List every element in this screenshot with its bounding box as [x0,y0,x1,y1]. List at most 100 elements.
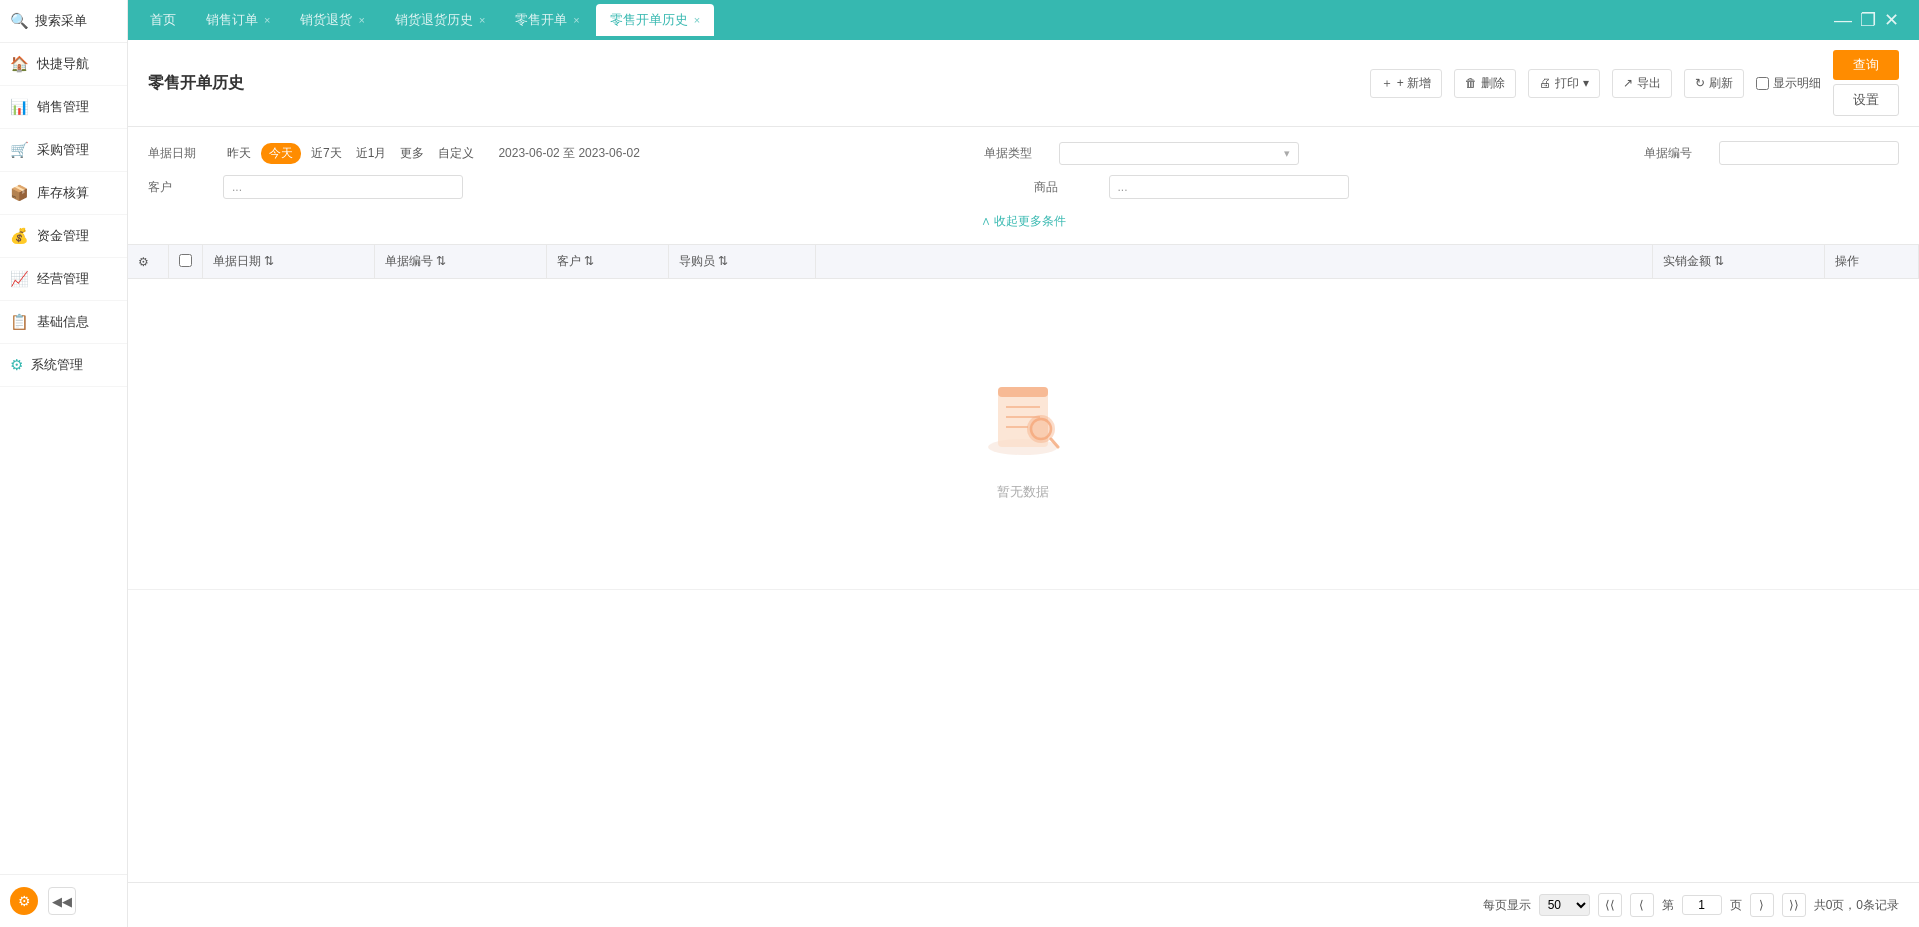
sidebar-item-label: 库存核算 [37,184,89,202]
column-settings[interactable]: ⚙ [128,245,168,279]
tab-home-label: 首页 [150,11,176,29]
sort-icon: ⇅ [1714,254,1724,268]
print-dropdown-arrow: ▾ [1583,76,1589,90]
date-opt-7days[interactable]: 近7天 [307,143,346,164]
type-filter-label: 单据类型 [984,145,1039,162]
customer-filter-input[interactable]: ... [223,175,463,199]
close-icon[interactable]: × [358,14,364,26]
settings-button[interactable]: ⚙ [10,887,38,915]
tab-retail-open-history[interactable]: 零售开单历史 × [596,4,714,36]
tab-retail-open[interactable]: 零售开单 × [501,4,593,36]
date-opt-custom[interactable]: 自定义 [434,143,478,164]
display-detail-input[interactable] [1756,77,1769,90]
date-opt-more[interactable]: 更多 [396,143,428,164]
tab-sales-return[interactable]: 销货退货 × [286,4,378,36]
sidebar-item-label: 经营管理 [37,270,89,288]
per-page-select[interactable]: 10 20 50 100 [1539,894,1590,916]
print-icon: 🖨 [1539,76,1551,90]
refresh-button[interactable]: ↻ 刷新 [1684,69,1744,98]
cart-icon: 🛒 [10,141,29,159]
search-icon: 🔍 [10,12,29,30]
empty-state-row: 暂无数据 [128,279,1919,590]
product-filter-label: 商品 [1034,179,1089,196]
sidebar-item-quick-nav[interactable]: 🏠 快捷导航 [0,43,127,86]
sidebar-item-basic-info[interactable]: 📋 基础信息 [0,301,127,344]
customer-placeholder: ... [232,180,242,194]
column-salesperson[interactable]: 导购员 ⇅ [668,245,815,279]
next-page-button[interactable]: ⟩ [1750,893,1774,917]
page-title: 零售开单历史 [148,73,244,94]
date-opt-today[interactable]: 今天 [261,143,301,164]
chart-icon: 📊 [10,98,29,116]
column-date[interactable]: 单据日期 ⇅ [202,245,374,279]
pagination: 每页显示 10 20 50 100 ⟨⟨ ⟨ 第 页 ⟩ ⟩⟩ 共0页，0条记录 [128,882,1919,927]
tab-sales-return-label: 销货退货 [300,11,352,29]
display-detail-checkbox[interactable]: 显示明细 [1756,75,1821,92]
sort-icon: ⇅ [436,254,446,268]
tab-sales-return-history-label: 销货退货历史 [395,11,473,29]
tab-bar: 首页 销售订单 × 销货退货 × 销货退货历史 × 零售开单 × 零售开单历史 … [128,0,1919,40]
svg-rect-2 [998,387,1048,397]
collapse-more-label[interactable]: ∧ 收起更多条件 [981,213,1066,230]
collapse-sidebar-button[interactable]: ◀◀ [48,887,76,915]
minimize-button[interactable]: — [1834,10,1852,31]
table-area: ⚙ 单据日期 ⇅ 单据编号 ⇅ 客户 [128,245,1919,882]
content-area: 零售开单历史 ＋ + 新增 🗑 删除 🖨 打印 ▾ ↗ 导出 [128,40,1919,927]
window-controls: — ❐ ✕ [1834,9,1911,31]
column-customer[interactable]: 客户 ⇅ [546,245,668,279]
column-amount[interactable]: 实销金额 ⇅ [1652,245,1824,279]
home-icon: 🏠 [10,55,29,73]
sidebar-item-purchase[interactable]: 🛒 采购管理 [0,129,127,172]
export-button[interactable]: ↗ 导出 [1612,69,1672,98]
search-menu-label: 搜索采单 [35,12,87,30]
tab-sales-order-label: 销售订单 [206,11,258,29]
sort-icon: ⇅ [264,254,274,268]
prev-page-button[interactable]: ⟨ [1630,893,1654,917]
main-area: 首页 销售订单 × 销货退货 × 销货退货历史 × 零售开单 × 零售开单历史 … [128,0,1919,927]
add-icon: ＋ [1381,75,1393,92]
empty-icon [973,367,1073,467]
box-icon: 📦 [10,184,29,202]
collapse-more-conditions[interactable]: ∧ 收起更多条件 [148,209,1899,234]
sort-icon: ⇅ [718,254,728,268]
first-page-button[interactable]: ⟨⟨ [1598,893,1622,917]
delete-button[interactable]: 🗑 删除 [1454,69,1516,98]
sidebar-item-operations[interactable]: 📈 经营管理 [0,258,127,301]
add-button[interactable]: ＋ + 新增 [1370,69,1442,98]
close-icon[interactable]: × [573,14,579,26]
filter-settings-button[interactable]: 设置 [1833,84,1899,116]
column-check[interactable] [168,245,202,279]
tab-home[interactable]: 首页 [136,4,190,36]
ops-icon: 📈 [10,270,29,288]
print-button[interactable]: 🖨 打印 ▾ [1528,69,1600,98]
tab-sales-order[interactable]: 销售订单 × [192,4,284,36]
product-filter-input[interactable]: ... [1109,175,1349,199]
doc-icon: 📋 [10,313,29,331]
query-button[interactable]: 查询 [1833,50,1899,80]
data-table: ⚙ 单据日期 ⇅ 单据编号 ⇅ 客户 [128,245,1919,590]
date-opt-1month[interactable]: 近1月 [352,143,391,164]
product-placeholder: ... [1118,180,1128,194]
close-window-button[interactable]: ✕ [1884,9,1899,31]
restore-button[interactable]: ❐ [1860,9,1876,31]
tab-sales-return-history[interactable]: 销货退货历史 × [381,4,499,36]
date-opt-yesterday[interactable]: 昨天 [223,143,255,164]
sidebar-item-inventory[interactable]: 📦 库存核算 [0,172,127,215]
number-filter-input[interactable] [1719,141,1899,165]
type-filter-select[interactable]: ▾ [1059,142,1299,165]
column-number[interactable]: 单据编号 ⇅ [374,245,546,279]
sidebar-item-system[interactable]: ⚙ 系统管理 [0,344,127,387]
sidebar-item-label: 资金管理 [37,227,89,245]
sidebar-item-label: 采购管理 [37,141,89,159]
sidebar-item-finance[interactable]: 💰 资金管理 [0,215,127,258]
page-label: 第 [1662,897,1674,914]
close-icon[interactable]: × [479,14,485,26]
search-menu[interactable]: 🔍 搜索采单 [0,0,127,43]
select-all-checkbox[interactable] [179,254,192,267]
column-number-label: 单据编号 [385,254,433,268]
close-icon[interactable]: × [264,14,270,26]
last-page-button[interactable]: ⟩⟩ [1782,893,1806,917]
close-icon[interactable]: × [694,14,700,26]
page-input[interactable] [1682,895,1722,915]
sidebar-item-sales[interactable]: 📊 销售管理 [0,86,127,129]
